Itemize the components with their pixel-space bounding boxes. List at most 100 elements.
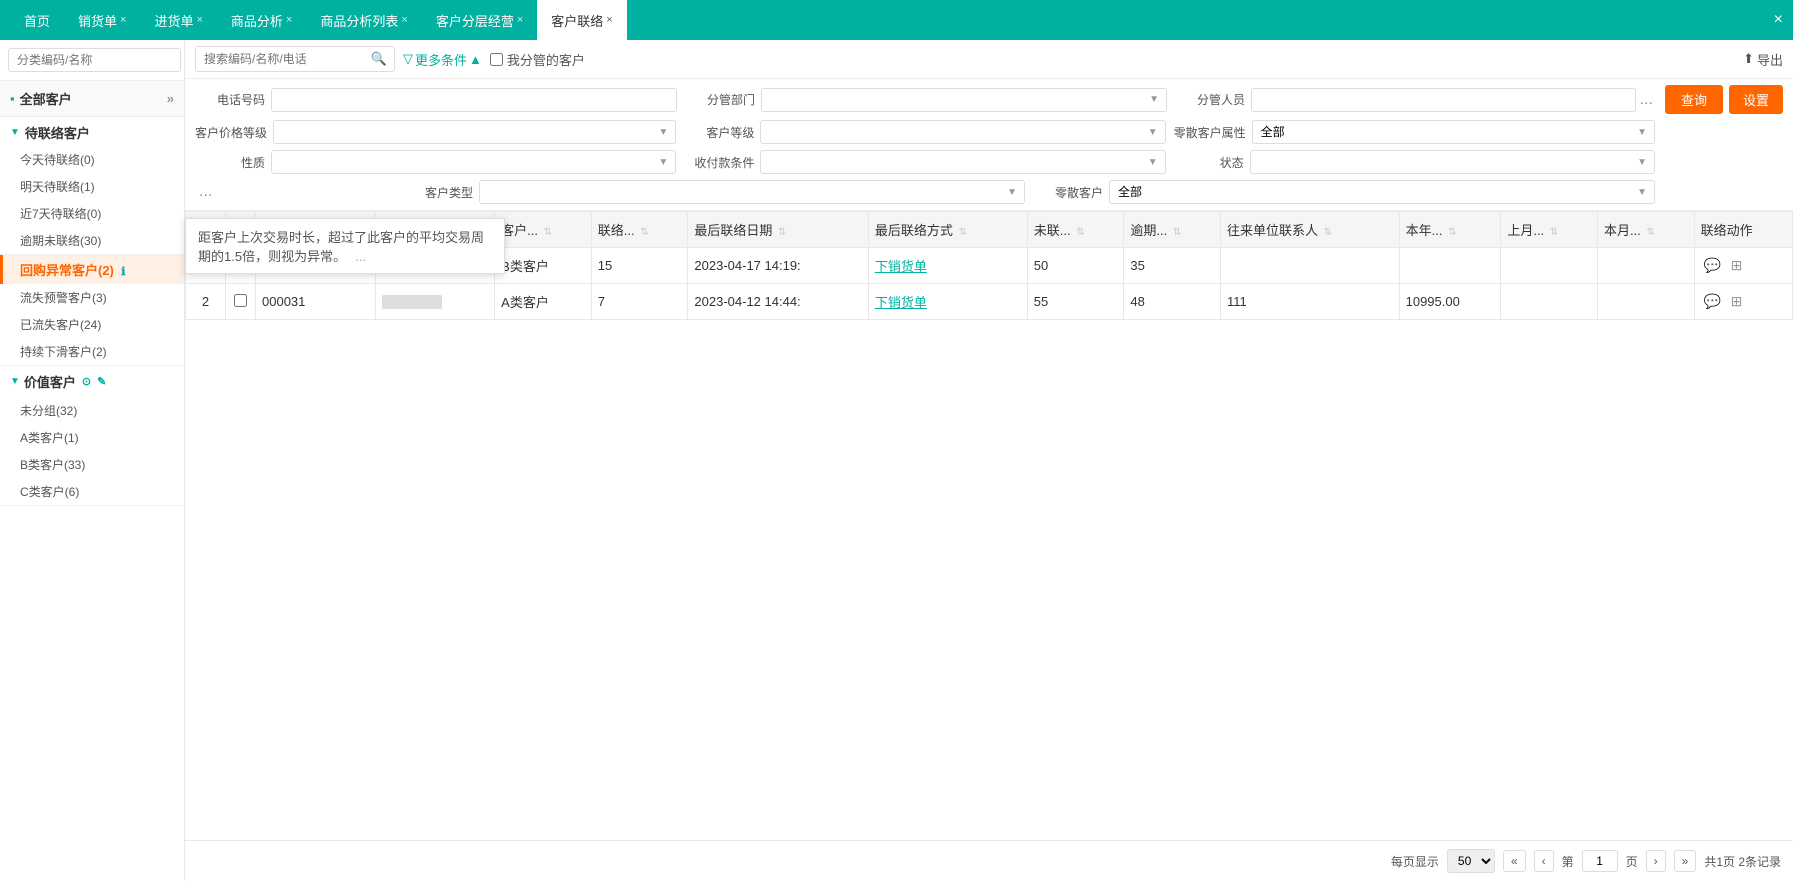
nav-close-customer-segmentation[interactable]: × bbox=[517, 14, 523, 26]
tooltip-more-icon[interactable]: ... bbox=[355, 249, 366, 264]
filter-search-icon[interactable]: 🔍 bbox=[371, 51, 387, 67]
nav-home[interactable]: 首页 bbox=[10, 0, 64, 40]
window-close-icon[interactable]: × bbox=[1774, 11, 1783, 29]
sidebar-item-class-b[interactable]: B类客户(33) bbox=[0, 451, 184, 478]
th-unread[interactable]: 未联... ⇅ bbox=[1027, 212, 1124, 248]
filter-person-dots[interactable]: ... bbox=[1636, 91, 1657, 109]
td-this-year-2: 10995.00 bbox=[1399, 284, 1501, 320]
filter-phone-input[interactable] bbox=[271, 88, 677, 112]
sidebar-value-edit-icon[interactable]: ⊙ bbox=[82, 375, 91, 388]
th-category-sort-icon: ⇅ bbox=[544, 227, 552, 238]
sidebar-expand-icon[interactable]: » bbox=[167, 91, 174, 106]
filter-gender-select[interactable] bbox=[271, 150, 676, 174]
nav-customer-contact[interactable]: 客户联络 × bbox=[537, 0, 626, 40]
th-overdue[interactable]: 逾期... ⇅ bbox=[1124, 212, 1221, 248]
query-button[interactable]: 查询 bbox=[1665, 85, 1723, 114]
th-this-month-sort-icon: ⇅ bbox=[1646, 227, 1654, 238]
row-1-chat-icon[interactable]: 💬 bbox=[1704, 257, 1721, 273]
filter-retail-cust-select[interactable]: 全部 bbox=[1109, 180, 1655, 204]
td-code-2: 000031 bbox=[256, 284, 376, 320]
first-page-btn[interactable]: « bbox=[1503, 850, 1526, 872]
row-2-last-method-link[interactable]: 下销货单 bbox=[875, 295, 927, 310]
filter-retail-attr-select[interactable]: 全部 bbox=[1252, 120, 1655, 144]
nav-close-product-analysis[interactable]: × bbox=[286, 14, 292, 26]
filter-icon: ▽ bbox=[403, 51, 413, 67]
filter-status-select-wrap: ▼ bbox=[1250, 150, 1655, 174]
sidebar-item-7days[interactable]: 近7天待联络(0) bbox=[0, 200, 184, 227]
filter-price-grade-select[interactable] bbox=[273, 120, 676, 144]
th-category[interactable]: 客户... ⇅ bbox=[495, 212, 592, 248]
sidebar-item-lost[interactable]: 已流失客户(24) bbox=[0, 311, 184, 338]
sidebar-item-overdue[interactable]: 逾期未联络(30) bbox=[0, 227, 184, 254]
th-contact-person[interactable]: 往来单位联系人 ⇅ bbox=[1221, 212, 1400, 248]
next-page-btn[interactable]: › bbox=[1646, 850, 1666, 872]
table-scroll-area[interactable]: ⚙ 客户编码 ⇅ 客户名称 ⇅ bbox=[185, 211, 1793, 840]
sidebar-pending-section[interactable]: ▼ 待联络客户 bbox=[0, 117, 184, 146]
td-unread-1: 50 bbox=[1027, 248, 1124, 284]
filter-person-input[interactable] bbox=[1251, 88, 1636, 112]
row-2-chat-icon[interactable]: 💬 bbox=[1704, 293, 1721, 309]
sidebar-item-repurchase-abnormal[interactable]: 回购异常客户(2) ℹ bbox=[0, 255, 184, 284]
td-last-method-1[interactable]: 下销货单 bbox=[868, 248, 1027, 284]
filter-search-input[interactable] bbox=[195, 46, 395, 72]
th-this-year[interactable]: 本年... ⇅ bbox=[1399, 212, 1501, 248]
nav-close-purchase-order[interactable]: × bbox=[196, 14, 202, 26]
th-this-year-sort-icon: ⇅ bbox=[1448, 227, 1456, 238]
last-page-btn[interactable]: » bbox=[1674, 850, 1697, 872]
sidebar-item-lost-warning[interactable]: 流失预警客户(3) bbox=[0, 284, 184, 311]
td-check-2 bbox=[226, 284, 256, 320]
row-2-checkbox[interactable] bbox=[234, 294, 247, 307]
per-page-label: 每页显示 bbox=[1391, 853, 1439, 870]
nav-product-analysis-list[interactable]: 商品分析列表 × bbox=[306, 0, 421, 40]
th-action: 联络动作 bbox=[1694, 212, 1792, 248]
nav-purchase-order[interactable]: 进货单 × bbox=[140, 0, 216, 40]
sidebar-value-settings-icon[interactable]: ✎ bbox=[97, 375, 106, 388]
repurchase-info-icon[interactable]: ℹ bbox=[121, 266, 125, 278]
nav-close-product-analysis-list[interactable]: × bbox=[401, 14, 407, 26]
td-last-method-2[interactable]: 下销货单 bbox=[868, 284, 1027, 320]
sidebar-search-input[interactable] bbox=[8, 48, 181, 72]
page-size-select[interactable]: 50 bbox=[1447, 849, 1495, 873]
nav-close-customer-contact[interactable]: × bbox=[606, 14, 612, 26]
filter-dept-select[interactable] bbox=[761, 88, 1167, 112]
sidebar-all-customers-header[interactable]: ▪ 全部客户 » bbox=[0, 81, 184, 117]
sidebar-item-class-c[interactable]: C类客户(6) bbox=[0, 478, 184, 505]
sidebar-item-class-a[interactable]: A类客户(1) bbox=[0, 424, 184, 451]
filter-payment-select[interactable] bbox=[760, 150, 1165, 174]
th-last-date[interactable]: 最后联络日期 ⇅ bbox=[688, 212, 868, 248]
filter-retail-attr-field: 零散客户属性 全部 ▼ bbox=[1174, 120, 1655, 144]
filter-row4-dots[interactable]: ... bbox=[195, 183, 216, 201]
sidebar-item-today[interactable]: 今天待联络(0) bbox=[0, 146, 184, 173]
nav-sales-order[interactable]: 销货单 × bbox=[64, 0, 140, 40]
th-last-method[interactable]: 最后联络方式 ⇅ bbox=[868, 212, 1027, 248]
prev-page-btn[interactable]: ‹ bbox=[1534, 850, 1554, 872]
my-customers-checkbox[interactable] bbox=[490, 53, 503, 66]
row-1-grid-icon[interactable]: ⊞ bbox=[1731, 257, 1743, 273]
row-1-last-method-link[interactable]: 下销货单 bbox=[875, 259, 927, 274]
sidebar-item-tomorrow[interactable]: 明天待联络(1) bbox=[0, 173, 184, 200]
td-last-date-1: 2023-04-17 14:19: bbox=[688, 248, 868, 284]
th-this-month[interactable]: 本月... ⇅ bbox=[1597, 212, 1694, 248]
th-last-month[interactable]: 上月... ⇅ bbox=[1501, 212, 1598, 248]
nav-product-analysis[interactable]: 商品分析 × bbox=[217, 0, 306, 40]
export-icon: ⬆ bbox=[1743, 51, 1754, 67]
filter-cust-grade-select[interactable] bbox=[760, 120, 1165, 144]
filter-cust-type-select[interactable] bbox=[479, 180, 1025, 204]
filter-cust-type-select-wrap: ▼ bbox=[479, 180, 1025, 204]
sidebar-value-section[interactable]: ▼ 价值客户 ⊙ ✎ bbox=[0, 366, 184, 397]
th-contact[interactable]: 联络... ⇅ bbox=[591, 212, 688, 248]
table-row: 2 000031 A类客户 7 2023-04-12 14:44: 下销货单 bbox=[186, 284, 1793, 320]
nav-close-sales-order[interactable]: × bbox=[120, 14, 126, 26]
more-conditions-btn[interactable]: ▽ 更多条件 ▲ bbox=[403, 50, 482, 69]
row-2-grid-icon[interactable]: ⊞ bbox=[1731, 293, 1743, 309]
filter-search-wrap: 🔍 bbox=[195, 46, 395, 72]
sidebar-item-declining[interactable]: 持续下滑客户(2) bbox=[0, 338, 184, 365]
sidebar-item-ungrouped[interactable]: 未分组(32) bbox=[0, 397, 184, 424]
settings-button[interactable]: 设置 bbox=[1729, 85, 1783, 114]
export-btn[interactable]: ⬆ 导出 bbox=[1743, 50, 1783, 69]
filter-status-select[interactable] bbox=[1250, 150, 1655, 174]
th-unread-sort-icon: ⇅ bbox=[1076, 227, 1084, 238]
my-customers-checkbox-area: 我分管的客户 bbox=[490, 50, 585, 69]
nav-customer-segmentation[interactable]: 客户分层经营 × bbox=[422, 0, 537, 40]
page-input[interactable] bbox=[1582, 850, 1618, 872]
